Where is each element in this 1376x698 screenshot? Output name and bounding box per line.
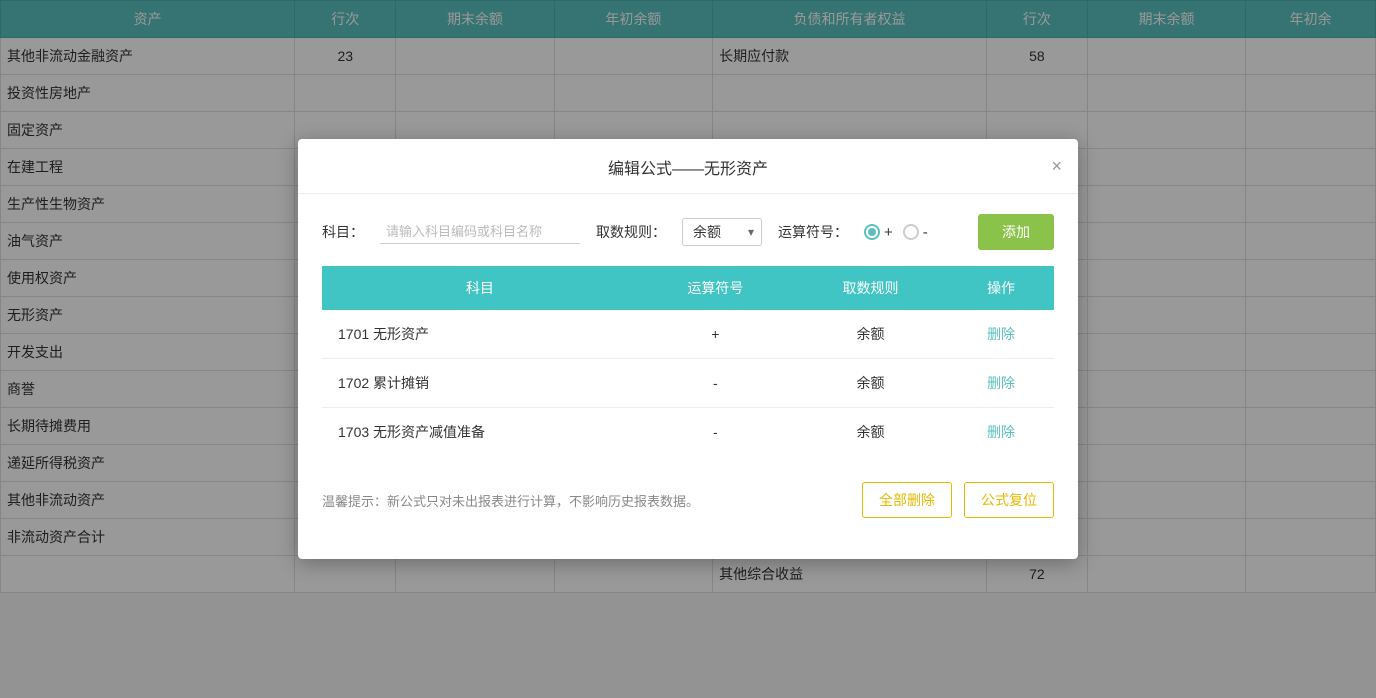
formula-cell-operator: - (638, 359, 793, 408)
operator-minus-radio[interactable]: - (903, 224, 928, 241)
rule-label: 取数规则： (596, 222, 666, 242)
rule-select-wrapper: 余额 借方 贷方 (682, 218, 762, 246)
operator-radio-group: + - (864, 224, 928, 241)
operator-label: 运算符号： (778, 222, 848, 242)
formula-cell-operator: - (638, 408, 793, 457)
minus-radio-circle (903, 224, 919, 240)
operator-plus-radio[interactable]: + (864, 224, 893, 241)
col-header-rule: 取数规则 (793, 266, 948, 310)
formula-cell-subject: 1703 无形资产减值准备 (322, 408, 638, 457)
formula-cell-rule: 余额 (793, 408, 948, 457)
formula-cell-action: 删除 (948, 310, 1054, 359)
add-button[interactable]: 添加 (978, 214, 1054, 250)
table-header: 科目 运算符号 取数规则 操作 (322, 266, 1054, 310)
subject-label: 科目： (322, 222, 364, 242)
formula-cell-action: 删除 (948, 408, 1054, 457)
reset-button[interactable]: 公式复位 (964, 482, 1054, 518)
formula-table: 科目 运算符号 取数规则 操作 1701 无形资产 + 余额 删除 1702 累… (322, 266, 1054, 456)
subject-input[interactable] (380, 220, 580, 244)
formula-cell-subject: 1702 累计摊销 (322, 359, 638, 408)
formula-cell-action: 删除 (948, 359, 1054, 408)
formula-cell-rule: 余额 (793, 359, 948, 408)
modal-dialog: 编辑公式——无形资产 × 科目： 取数规则： 余额 借方 贷方 运算符号： + (298, 139, 1078, 559)
col-header-operator: 运算符号 (638, 266, 793, 310)
modal-footer: 温馨提示：新公式只对未出报表进行计算，不影响历史报表数据。 全部删除 公式复位 (298, 466, 1078, 518)
formula-row: 1701 无形资产 + 余额 删除 (322, 310, 1054, 359)
plus-radio-circle (864, 224, 880, 240)
table-body: 1701 无形资产 + 余额 删除 1702 累计摊销 - 余额 删除 1703… (322, 310, 1054, 456)
formula-row: 1702 累计摊销 - 余额 删除 (322, 359, 1054, 408)
formula-form: 科目： 取数规则： 余额 借方 贷方 运算符号： + - (298, 194, 1078, 266)
plus-radio-label: + (884, 224, 893, 241)
delete-link[interactable]: 删除 (987, 375, 1015, 391)
formula-cell-subject: 1701 无形资产 (322, 310, 638, 359)
modal-overlay: 编辑公式——无形资产 × 科目： 取数规则： 余额 借方 贷方 运算符号： + (0, 0, 1376, 698)
warning-text: 温馨提示：新公式只对未出报表进行计算，不影响历史报表数据。 (322, 491, 699, 510)
col-header-action: 操作 (948, 266, 1054, 310)
footer-buttons: 全部删除 公式复位 (862, 482, 1054, 518)
modal-header: 编辑公式——无形资产 × (298, 139, 1078, 194)
formula-cell-operator: + (638, 310, 793, 359)
delete-link[interactable]: 删除 (987, 326, 1015, 342)
delete-link[interactable]: 删除 (987, 424, 1015, 440)
delete-all-button[interactable]: 全部删除 (862, 482, 952, 518)
rule-select[interactable]: 余额 借方 贷方 (682, 218, 762, 246)
formula-cell-rule: 余额 (793, 310, 948, 359)
modal-title: 编辑公式——无形资产 (608, 161, 768, 178)
minus-radio-label: - (923, 224, 928, 241)
formula-row: 1703 无形资产减值准备 - 余额 删除 (322, 408, 1054, 457)
modal-close-button[interactable]: × (1051, 157, 1062, 175)
col-header-subject: 科目 (322, 266, 638, 310)
